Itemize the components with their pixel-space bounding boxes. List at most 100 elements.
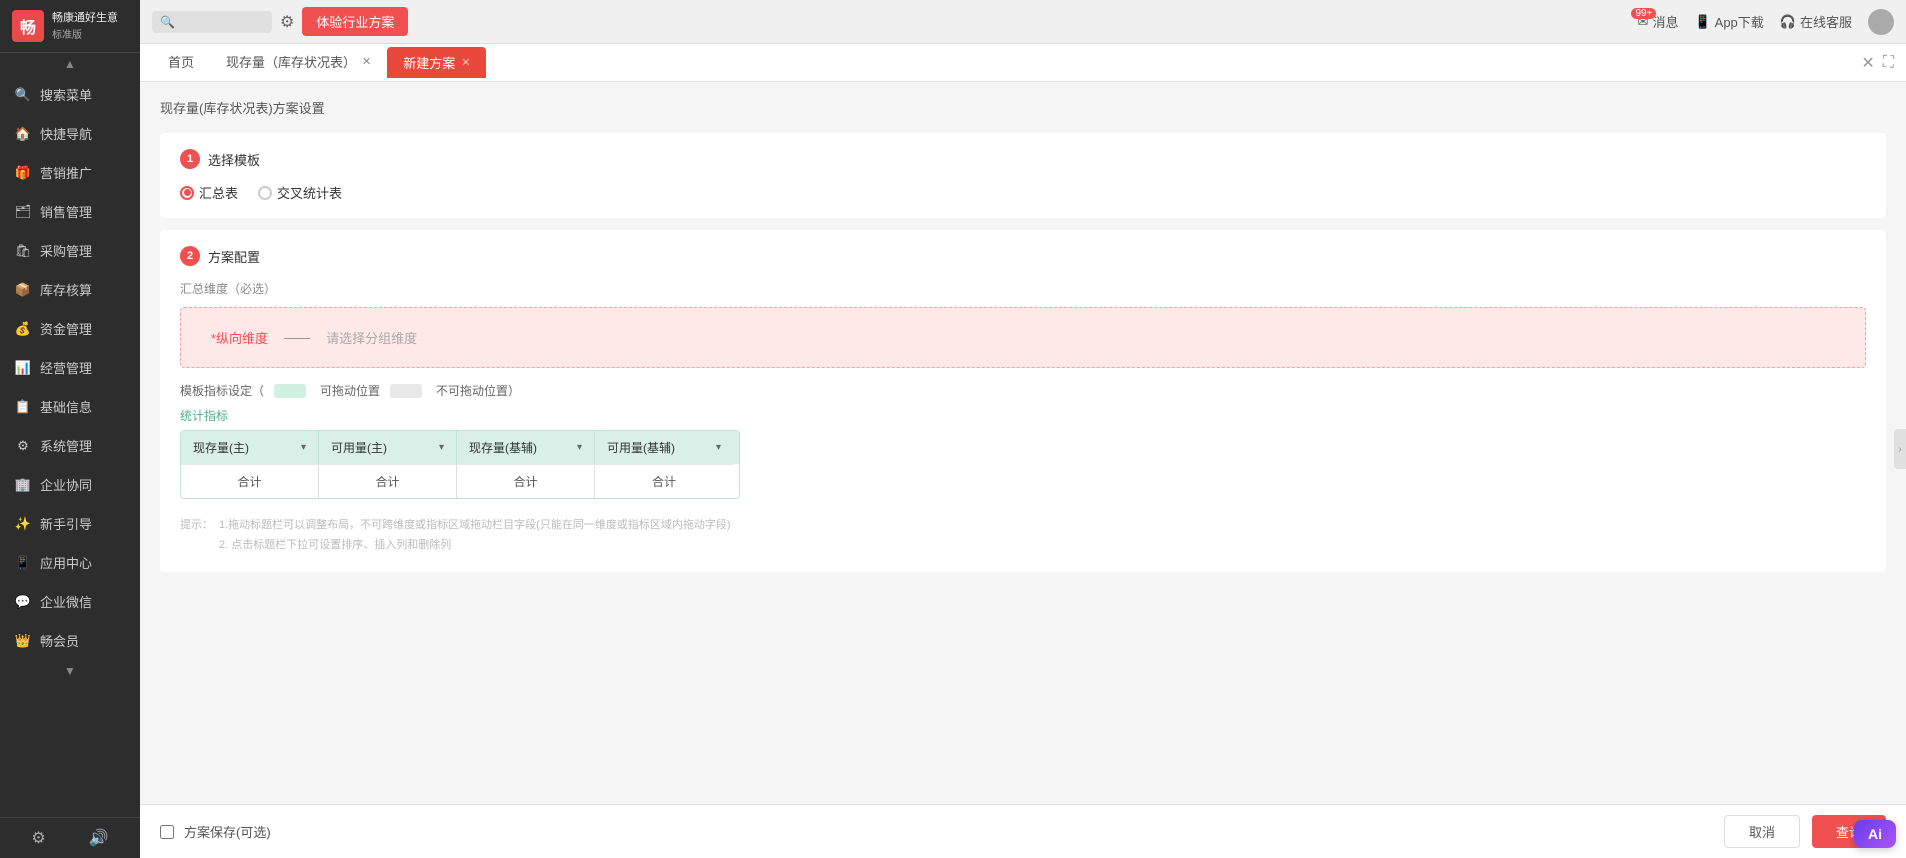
- radio-summary[interactable]: 汇总表: [180, 183, 238, 202]
- dimension-placeholder: 请选择分组维度: [326, 328, 417, 347]
- app-download-label: App下载: [1715, 12, 1764, 31]
- tab-home-label: 首页: [168, 52, 194, 71]
- app-logo-icon: 畅: [12, 10, 44, 42]
- stats-section-title: 统计指标: [180, 407, 1866, 424]
- non-draggable-indicator: [390, 384, 422, 398]
- dimension-box[interactable]: *纵向维度 —— 请选择分组维度: [180, 307, 1866, 368]
- sidebar: 畅 畅康通好生意 标准版 ▲ 🔍 搜索菜单 🏠 快捷导航 🎁 营销推广 🗂 销售…: [0, 0, 140, 858]
- sidebar-item-purchase[interactable]: 🛍 采购管理: [0, 231, 140, 270]
- radio-cross-label: 交叉统计表: [277, 183, 342, 202]
- sidebar-item-label: 库存核算: [40, 280, 92, 299]
- sidebar-item-label: 企业协同: [40, 475, 92, 494]
- sidebar-item-new-guide[interactable]: ✨ 新手引导: [0, 504, 140, 543]
- content-area: 现存量(库存状况表)方案设置 1 选择模板 汇总表 交叉统计表: [140, 82, 1906, 804]
- online-service-button[interactable]: 🎧 在线客服: [1780, 12, 1852, 31]
- tab-inventory-status[interactable]: 现存量（库存状况表） ✕: [210, 44, 387, 81]
- system-icon: ⚙: [14, 437, 32, 455]
- tip-text-1: 2. 点击标题栏下拉可设置排序、插入列和删除列: [219, 536, 451, 556]
- sidebar-item-operations[interactable]: 📊 经营管理: [0, 348, 140, 387]
- trial-button[interactable]: 体验行业方案: [302, 7, 408, 36]
- step2-badge: 2: [180, 246, 200, 266]
- sidebar-item-search-menu[interactable]: 🔍 搜索菜单: [0, 75, 140, 114]
- tip-item-0: 提示： 1.拖动标题栏可以调整布局，不可跨维度或指标区域拖动栏目字段(只能在同一…: [180, 516, 1866, 536]
- app-name: 畅康通好生意: [52, 11, 118, 26]
- scroll-down-indicator: ▼: [0, 660, 140, 682]
- stats-table: 现存量(主) ▾ 可用量(主) ▾ 现存量(基辅) ▾ 可用量(基辅): [180, 430, 740, 499]
- sidebar-item-app-center[interactable]: 📱 应用中心: [0, 543, 140, 582]
- stats-header-cell-1[interactable]: 可用量(主) ▾: [319, 431, 457, 464]
- search-icon-topbar: 🔍: [160, 15, 175, 29]
- sidebar-item-enterprise[interactable]: 🏢 企业协同: [0, 465, 140, 504]
- stats-section: 统计指标 现存量(主) ▾ 可用量(主) ▾ 现存量(基辅): [180, 407, 1866, 502]
- app-download-button[interactable]: 📱 App下载: [1694, 12, 1763, 31]
- stats-body-cell-0: 合计: [181, 464, 319, 498]
- message-button[interactable]: ✉ 99+ 消息: [1638, 12, 1679, 31]
- tab-new-plan-close-icon[interactable]: ✕: [461, 56, 470, 69]
- step1-title: 选择模板: [208, 150, 260, 169]
- radio-circle-summary: [180, 186, 194, 200]
- radio-cross[interactable]: 交叉统计表: [258, 183, 342, 202]
- marketing-icon: 🎁: [14, 164, 32, 182]
- step1-badge: 1: [180, 149, 200, 169]
- sidebar-item-label: 销售管理: [40, 202, 92, 221]
- radio-inner-summary: [184, 189, 191, 196]
- stats-header-cell-2[interactable]: 现存量(基辅) ▾: [457, 431, 595, 464]
- tab-right-controls: ✕ ⛶: [1861, 53, 1894, 73]
- sidebar-item-member[interactable]: 👑 畅会员: [0, 621, 140, 660]
- settings-icon[interactable]: ⚙: [31, 828, 45, 848]
- sidebar-item-base-info[interactable]: 📋 基础信息: [0, 387, 140, 426]
- dimension-dash: ——: [284, 330, 310, 345]
- tab-inventory-status-label: 现存量（库存状况表）: [226, 52, 356, 71]
- topbar-right: ✉ 99+ 消息 📱 App下载 🎧 在线客服: [1638, 9, 1894, 35]
- ai-badge[interactable]: Ai: [1854, 820, 1896, 848]
- sidebar-item-wechat[interactable]: 💬 企业微信: [0, 582, 140, 621]
- sidebar-logo: 畅 畅康通好生意 标准版: [0, 0, 140, 53]
- sidebar-item-quick-nav[interactable]: 🏠 快捷导航: [0, 114, 140, 153]
- step2-title: 方案配置: [208, 247, 260, 266]
- sidebar-nav: ▲ 🔍 搜索菜单 🏠 快捷导航 🎁 营销推广 🗂 销售管理 🛍 采购管理 📦 库…: [0, 53, 140, 817]
- topbar-gear-icon[interactable]: ⚙: [280, 12, 294, 32]
- user-avatar[interactable]: [1868, 9, 1894, 35]
- page-title: 现存量(库存状况表)方案设置: [160, 98, 1886, 117]
- tab-expand-icon[interactable]: ⛶: [1883, 54, 1894, 72]
- sidebar-item-sales[interactable]: 🗂 销售管理: [0, 192, 140, 231]
- cancel-button[interactable]: 取消: [1724, 815, 1800, 848]
- operations-icon: 📊: [14, 359, 32, 377]
- sidebar-item-marketing[interactable]: 🎁 营销推广: [0, 153, 140, 192]
- sidebar-item-system[interactable]: ⚙ 系统管理: [0, 426, 140, 465]
- stats-header-cell-3[interactable]: 可用量(基辅) ▾: [595, 431, 733, 464]
- aggregate-dimension-label: 汇总维度（必选）: [180, 280, 1866, 297]
- sidebar-item-finance[interactable]: 💰 资金管理: [0, 309, 140, 348]
- step2-header: 2 方案配置: [180, 246, 1866, 266]
- sidebar-item-label: 应用中心: [40, 553, 92, 572]
- sidebar-item-inventory[interactable]: 📦 库存核算: [0, 270, 140, 309]
- stats-body-cell-3: 合计: [595, 464, 733, 498]
- tab-inventory-close-icon[interactable]: ✕: [362, 55, 371, 68]
- sidebar-item-label: 快捷导航: [40, 124, 92, 143]
- right-expand-handle[interactable]: ›: [1894, 429, 1906, 469]
- tab-home[interactable]: 首页: [152, 44, 210, 81]
- tabbar: 首页 现存量（库存状况表） ✕ 新建方案 ✕ ✕ ⛶: [140, 44, 1906, 82]
- stats-header-cell-0[interactable]: 现存量(主) ▾: [181, 431, 319, 464]
- tip-text-0: 1.拖动标题栏可以调整布局，不可跨维度或指标区域拖动栏目字段(只能在同一维度或指…: [219, 516, 731, 536]
- finance-icon: 💰: [14, 320, 32, 338]
- quick-nav-icon: 🏠: [14, 125, 32, 143]
- draggable-label: 可拖动位置: [320, 382, 380, 399]
- member-icon: 👑: [14, 632, 32, 650]
- topbar: 🔍 ⚙ 体验行业方案 ✉ 99+ 消息 📱 App下载 🎧 在线客服: [140, 0, 1906, 44]
- tab-new-plan[interactable]: 新建方案 ✕: [387, 47, 486, 78]
- tab-close-icon[interactable]: ✕: [1861, 53, 1874, 73]
- chevron-down-icon-2: ▾: [577, 442, 582, 453]
- sidebar-item-label: 新手引导: [40, 514, 92, 533]
- online-service-label: 在线客服: [1800, 12, 1852, 31]
- search-menu-icon: 🔍: [14, 86, 32, 104]
- chevron-down-icon-0: ▾: [301, 442, 306, 453]
- purchase-icon: 🛍: [14, 242, 32, 260]
- stats-body-cell-2: 合计: [457, 464, 595, 498]
- save-checkbox[interactable]: [160, 825, 174, 839]
- volume-icon[interactable]: 🔊: [89, 828, 109, 848]
- chevron-down-icon-3: ▾: [716, 442, 721, 453]
- sidebar-item-label: 畅会员: [40, 631, 79, 650]
- sidebar-item-label: 企业微信: [40, 592, 92, 611]
- tips-section: 提示： 1.拖动标题栏可以调整布局，不可跨维度或指标区域拖动栏目字段(只能在同一…: [180, 516, 1866, 556]
